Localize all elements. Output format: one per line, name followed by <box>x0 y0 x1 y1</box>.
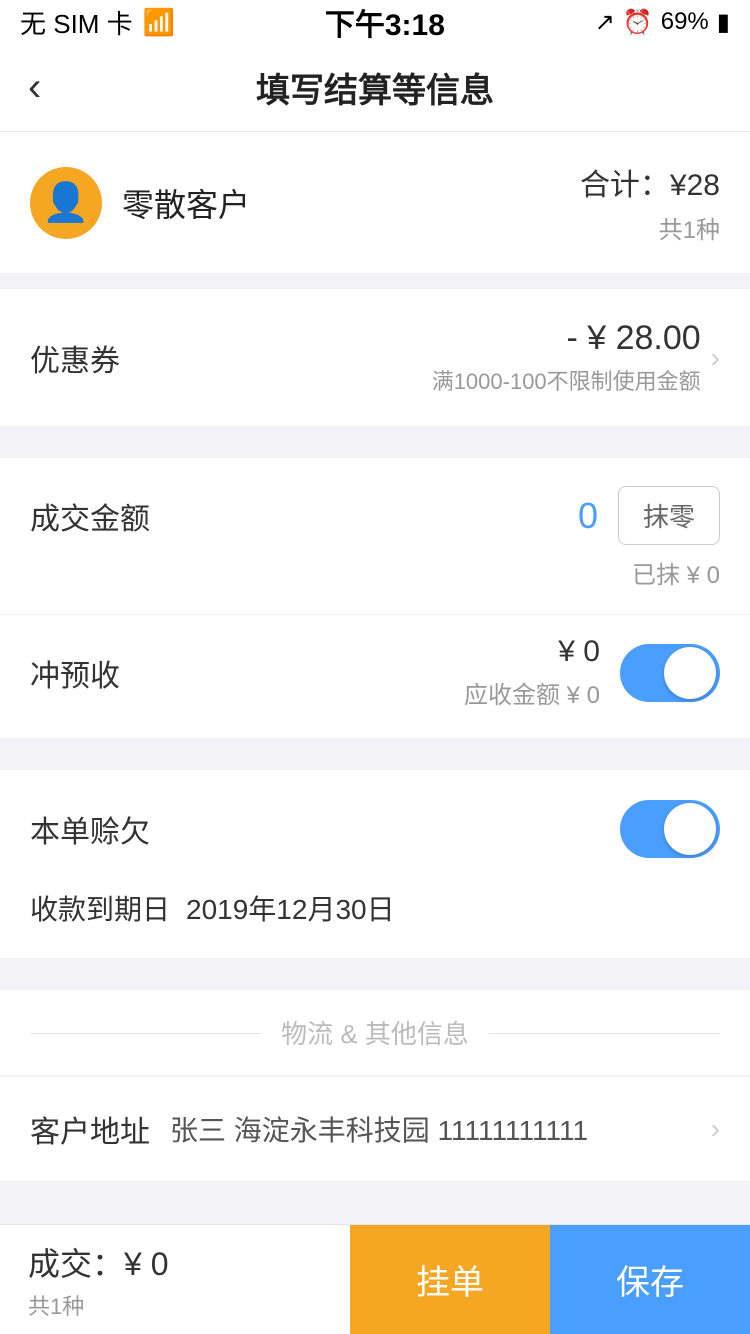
deal-value: ¥ 0 <box>124 1246 168 1282</box>
hang-button[interactable]: 挂单 <box>350 1225 550 1334</box>
address-row[interactable]: 客户地址 张三 海淀永丰科技园 11111111111 › <box>0 1077 750 1181</box>
address-label: 客户地址 <box>30 1107 150 1151</box>
bottom-count: 共1种 <box>28 1289 322 1321</box>
customer-row: 👤 零散客户 合计：¥28 共1种 <box>0 132 750 273</box>
transaction-row: 成交金额 0 抹零 <box>0 458 750 555</box>
battery-level: 69% <box>661 8 709 36</box>
sim-status: 无 SIM 卡 <box>20 4 133 41</box>
status-right: ↗ ⏰ 69% ▮ <box>595 8 730 37</box>
coupon-row[interactable]: 优惠券 - ¥ 28.00 满1000-100不限制使用金额 › <box>0 289 750 426</box>
battery-icon: ▮ <box>717 8 730 37</box>
section-divider-1 <box>0 442 750 458</box>
status-bar: 无 SIM 卡 📶 下午3:18 ↗ ⏰ 69% ▮ <box>0 0 750 44</box>
bottom-info: 成交：¥ 0 共1种 <box>0 1239 350 1321</box>
status-left: 无 SIM 卡 📶 <box>20 4 175 41</box>
prepay-value: ¥ 0 <box>464 635 600 669</box>
logistics-title: 物流 & 其他信息 <box>261 1014 489 1051</box>
coupon-desc: 满1000-100不限制使用金额 <box>432 364 701 396</box>
address-chevron-icon: › <box>711 1113 720 1145</box>
due-date-row: 收款到期日 2019年12月30日 <box>0 888 750 958</box>
transaction-label: 成交金额 <box>30 494 150 538</box>
coupon-right: - ¥ 28.00 满1000-100不限制使用金额 › <box>432 319 720 396</box>
bottom-deal: 成交：¥ 0 <box>28 1239 322 1285</box>
section-divider-3 <box>0 974 750 990</box>
coupon-label: 优惠券 <box>30 336 120 380</box>
transaction-value[interactable]: 0 <box>578 495 598 537</box>
arrears-row: 本单赊欠 <box>0 770 750 888</box>
customer-right: 合计：¥28 共1种 <box>580 160 720 245</box>
chevron-right-icon: › <box>711 342 720 374</box>
arrears-section: 本单赊欠 收款到期日 2019年12月30日 <box>0 770 750 958</box>
user-icon: 👤 <box>42 181 89 225</box>
wifi-icon: 📶 <box>143 7 175 38</box>
customer-left: 👤 零散客户 <box>30 167 250 239</box>
status-time: 下午3:18 <box>325 0 445 44</box>
round-button[interactable]: 抹零 <box>618 486 720 545</box>
address-value: 张三 海淀永丰科技园 11111111111 <box>170 1109 711 1149</box>
prepay-receivable: 应收金额 ¥ 0 <box>464 675 600 710</box>
page-title: 填写结算等信息 <box>256 63 494 112</box>
customer-name: 零散客户 <box>122 180 250 226</box>
alarm-icon: ⏰ <box>623 8 653 37</box>
nav-bar: ‹ 填写结算等信息 <box>0 44 750 132</box>
bottom-bar: 成交：¥ 0 共1种 挂单 保存 <box>0 1224 750 1334</box>
save-button[interactable]: 保存 <box>550 1225 750 1334</box>
location-icon: ↗ <box>595 8 615 37</box>
total-count: 共1种 <box>580 210 720 245</box>
coupon-value: - ¥ 28.00 满1000-100不限制使用金额 <box>432 319 701 396</box>
transaction-right: 0 抹零 <box>578 486 720 545</box>
total-amount: 合计：¥28 <box>580 160 720 204</box>
prepay-row: 冲预收 ¥ 0 应收金额 ¥ 0 <box>0 614 750 738</box>
prepay-amount: ¥ 0 应收金额 ¥ 0 <box>464 635 600 710</box>
avatar: 👤 <box>30 167 102 239</box>
transaction-section: 成交金额 0 抹零 已抹 ¥ 0 冲预收 ¥ 0 应收金额 ¥ 0 <box>0 458 750 738</box>
due-date-value[interactable]: 2019年12月30日 <box>186 888 395 928</box>
already-rounded: 已抹 ¥ 0 <box>0 555 750 614</box>
deal-label: 成交： <box>28 1246 124 1282</box>
coupon-amount: - ¥ 28.00 <box>432 319 701 358</box>
due-date-label: 收款到期日 <box>30 888 170 928</box>
back-button[interactable]: ‹ <box>28 65 41 110</box>
arrears-toggle[interactable] <box>620 800 720 858</box>
content-area: 👤 零散客户 合计：¥28 共1种 优惠券 - ¥ 28.00 满1000-10… <box>0 132 750 1317</box>
prepay-label: 冲预收 <box>30 651 120 695</box>
prepay-toggle[interactable] <box>620 644 720 702</box>
logistics-header: 物流 & 其他信息 <box>0 990 750 1075</box>
arrears-label: 本单赊欠 <box>30 807 150 851</box>
section-divider-2 <box>0 754 750 770</box>
prepay-right: ¥ 0 应收金额 ¥ 0 <box>464 635 720 710</box>
